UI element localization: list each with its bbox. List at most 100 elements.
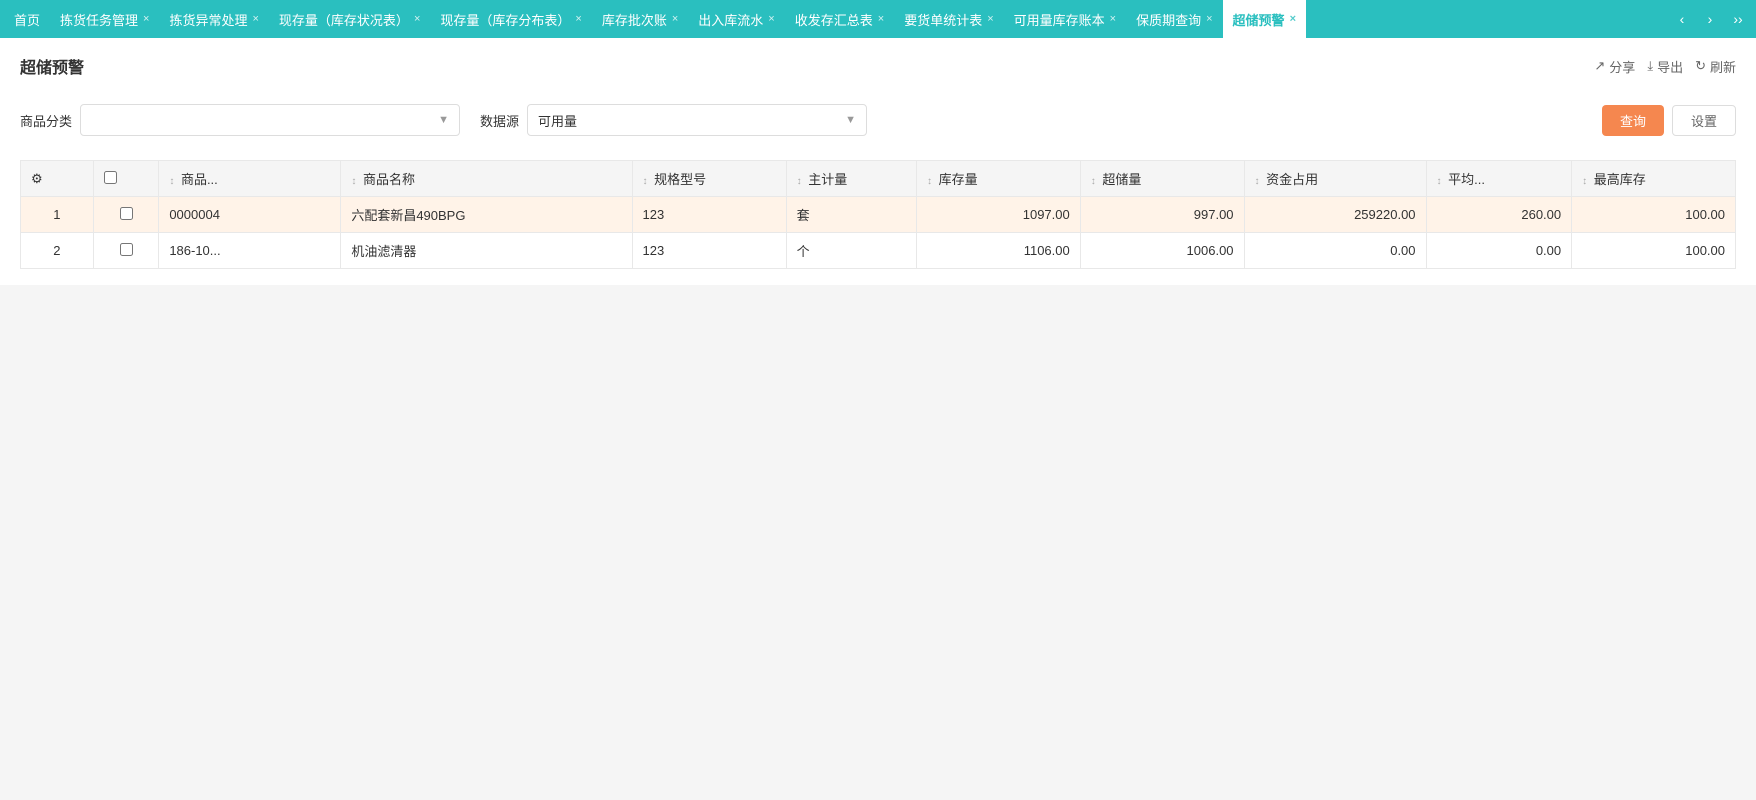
datasource-select-value: 可用量 xyxy=(538,111,577,130)
nav-expand-button[interactable]: ›› xyxy=(1724,0,1752,38)
filter-row: 商品分类 ▼ 数据源 可用量 ▼ 查询 设置 xyxy=(20,94,1736,146)
row-stock: 1106.00 xyxy=(916,233,1080,269)
share-button[interactable]: ↗ 分享 xyxy=(1594,57,1635,76)
close-icon[interactable]: × xyxy=(414,13,420,25)
row-max: 100.00 xyxy=(1572,197,1736,233)
row-stock: 1097.00 xyxy=(916,197,1080,233)
export-button[interactable]: ⤓ 导出 xyxy=(1647,57,1683,76)
nav-item-home[interactable]: 首页 xyxy=(4,0,50,38)
nav-item-summary[interactable]: 收发存汇总表 × xyxy=(785,0,894,38)
col-header-over[interactable]: ↕ 超储量 xyxy=(1080,161,1244,197)
table-row: 1 0000004 六配套新昌490BPG 123 套 1097.00 997.… xyxy=(21,197,1736,233)
row-avg: 260.00 xyxy=(1426,197,1572,233)
nav-arrows: ‹ › ›› xyxy=(1668,0,1752,38)
nav-item-expiry[interactable]: 保质期查询 × xyxy=(1126,0,1222,38)
col-header-code[interactable]: ↕ 商品... xyxy=(159,161,341,197)
nav-item-order-stats[interactable]: 要货单统计表 × xyxy=(894,0,1003,38)
close-icon[interactable]: × xyxy=(252,13,258,25)
nav-item-available[interactable]: 可用量库存账本 × xyxy=(1004,0,1126,38)
sort-icon: ↕ xyxy=(927,176,932,187)
nav-bar: 首页 拣货任务管理 × 拣货异常处理 × 现存量（库存状况表） × 现存量（库存… xyxy=(0,0,1756,38)
col-header-unit[interactable]: ↕ 主计量 xyxy=(786,161,916,197)
refresh-button[interactable]: ↻ 刷新 xyxy=(1695,57,1736,76)
row-checkbox[interactable] xyxy=(120,243,133,256)
sort-icon: ↕ xyxy=(643,176,648,187)
main-content: 超储预警 ↗ 分享 ⤓ 导出 ↻ 刷新 商品分类 ▼ 数据源 xyxy=(0,38,1756,285)
row-spec: 123 xyxy=(632,233,786,269)
sort-icon: ↕ xyxy=(1091,176,1096,187)
col-header-settings[interactable]: ⚙ xyxy=(21,161,94,197)
data-table: ⚙ ↕ 商品... ↕ 商品名称 ↕ 规格型号 ↕ xyxy=(20,160,1736,269)
row-max: 100.00 xyxy=(1572,233,1736,269)
row-checkbox-cell[interactable] xyxy=(93,233,159,269)
col-header-max[interactable]: ↕ 最高库存 xyxy=(1572,161,1736,197)
row-code: 0000004 xyxy=(159,197,341,233)
col-header-avg[interactable]: ↕ 平均... xyxy=(1426,161,1572,197)
row-over: 1006.00 xyxy=(1080,233,1244,269)
nav-next-button[interactable]: › xyxy=(1696,0,1724,38)
row-code: 186-10... xyxy=(159,233,341,269)
col-header-capital[interactable]: ↕ 资金占用 xyxy=(1244,161,1426,197)
col-header-spec[interactable]: ↕ 规格型号 xyxy=(632,161,786,197)
datasource-select[interactable]: 可用量 ▼ xyxy=(527,104,867,136)
row-checkbox-cell[interactable] xyxy=(93,197,159,233)
sort-icon: ↕ xyxy=(1437,176,1442,187)
nav-item-overstock[interactable]: 超储预警 × xyxy=(1223,0,1306,38)
row-capital: 0.00 xyxy=(1244,233,1426,269)
close-icon[interactable]: × xyxy=(143,13,149,25)
category-label: 商品分类 xyxy=(20,111,72,130)
datasource-label: 数据源 xyxy=(480,111,519,130)
close-icon[interactable]: × xyxy=(1110,13,1116,25)
category-select[interactable]: ▼ xyxy=(80,104,460,136)
share-icon: ↗ xyxy=(1594,58,1605,74)
page-header: 超储预警 ↗ 分享 ⤓ 导出 ↻ 刷新 xyxy=(20,54,1736,78)
row-index: 1 xyxy=(21,197,94,233)
close-icon[interactable]: × xyxy=(987,13,993,25)
sort-icon: ↕ xyxy=(169,176,174,187)
row-index: 2 xyxy=(21,233,94,269)
row-name: 六配套新昌490BPG xyxy=(341,197,632,233)
close-icon[interactable]: × xyxy=(878,13,884,25)
close-icon[interactable]: × xyxy=(672,13,678,25)
nav-item-task[interactable]: 拣货任务管理 × xyxy=(50,0,159,38)
close-icon[interactable]: × xyxy=(768,13,774,25)
select-all-checkbox[interactable] xyxy=(104,171,117,184)
nav-prev-button[interactable]: ‹ xyxy=(1668,0,1696,38)
row-over: 997.00 xyxy=(1080,197,1244,233)
nav-item-exception[interactable]: 拣货异常处理 × xyxy=(159,0,268,38)
row-spec: 123 xyxy=(632,197,786,233)
gear-icon[interactable]: ⚙ xyxy=(31,171,43,186)
nav-item-stock-status[interactable]: 现存量（库存状况表） × xyxy=(269,0,430,38)
page-title: 超储预警 xyxy=(20,54,84,78)
row-unit: 个 xyxy=(786,233,916,269)
settings-button[interactable]: 设置 xyxy=(1672,105,1736,136)
sort-icon: ↕ xyxy=(1255,176,1260,187)
category-filter: 商品分类 ▼ xyxy=(20,104,460,136)
filter-actions: 查询 设置 xyxy=(1602,105,1736,136)
col-header-name[interactable]: ↕ 商品名称 xyxy=(341,161,632,197)
row-avg: 0.00 xyxy=(1426,233,1572,269)
export-icon: ⤓ xyxy=(1647,58,1653,74)
sort-icon: ↕ xyxy=(1582,176,1587,187)
sort-icon: ↕ xyxy=(351,176,356,187)
table-row: 2 186-10... 机油滤清器 123 个 1106.00 1006.00 … xyxy=(21,233,1736,269)
query-button[interactable]: 查询 xyxy=(1602,105,1664,136)
sort-icon: ↕ xyxy=(797,176,802,187)
nav-item-inout[interactable]: 出入库流水 × xyxy=(688,0,784,38)
row-checkbox[interactable] xyxy=(120,207,133,220)
col-header-stock[interactable]: ↕ 库存量 xyxy=(916,161,1080,197)
row-capital: 259220.00 xyxy=(1244,197,1426,233)
chevron-down-icon: ▼ xyxy=(845,114,856,126)
datasource-filter: 数据源 可用量 ▼ xyxy=(480,104,867,136)
row-name: 机油滤清器 xyxy=(341,233,632,269)
row-unit: 套 xyxy=(786,197,916,233)
refresh-icon: ↻ xyxy=(1695,58,1706,74)
close-icon[interactable]: × xyxy=(1290,13,1296,25)
close-icon[interactable]: × xyxy=(575,13,581,25)
chevron-down-icon: ▼ xyxy=(438,114,449,126)
nav-item-batch[interactable]: 库存批次账 × xyxy=(592,0,688,38)
header-actions: ↗ 分享 ⤓ 导出 ↻ 刷新 xyxy=(1594,57,1736,76)
nav-item-stock-dist[interactable]: 现存量（库存分布表） × xyxy=(430,0,591,38)
close-icon[interactable]: × xyxy=(1206,13,1212,25)
col-header-checkbox[interactable] xyxy=(93,161,159,197)
